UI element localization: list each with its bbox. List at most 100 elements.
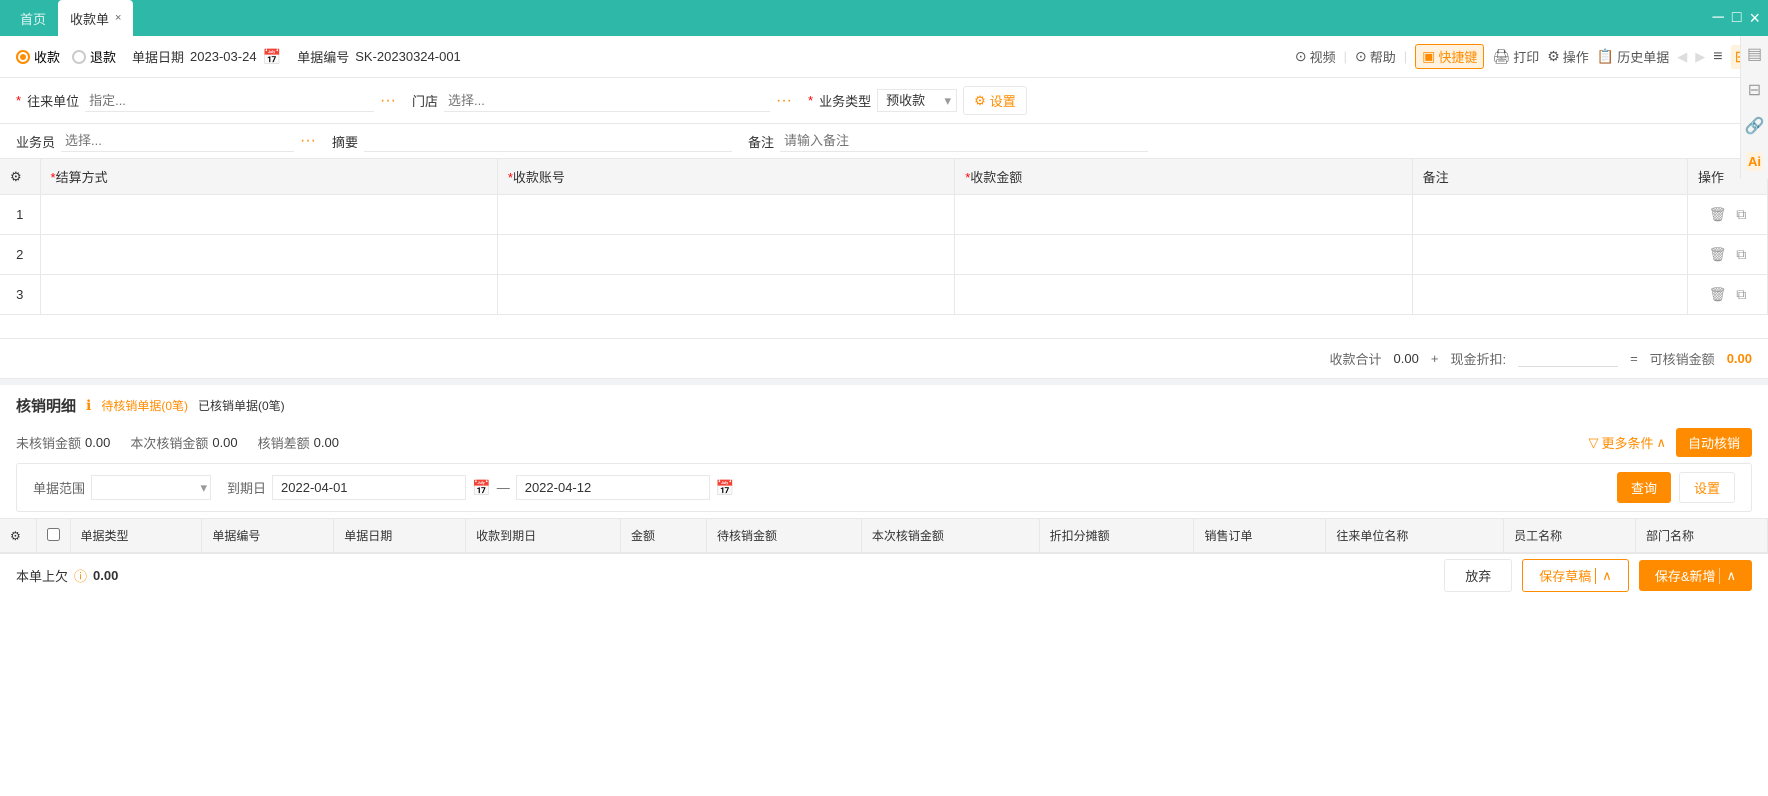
sep3: ◀ [1677, 49, 1687, 65]
col-account: *收款账号 [497, 159, 954, 195]
radio-receipt-label: 收款 [34, 47, 60, 66]
customer-required: * [16, 93, 21, 108]
copy-icon-2[interactable]: ⧉ [1736, 246, 1746, 262]
operation-btn[interactable]: ⚙ 操作 [1547, 47, 1589, 66]
tab-home-label: 首页 [20, 9, 46, 28]
staff-group: 业务员 ··· [16, 130, 316, 152]
operation-label: 操作 [1563, 47, 1589, 66]
bottom-col-check[interactable] [36, 519, 70, 553]
right-panel-icon-3[interactable]: 🔗 [1745, 116, 1765, 136]
help-label: 帮助 [1370, 47, 1396, 66]
biz-type-select[interactable]: 预收款 [877, 89, 957, 112]
shortcut-btn[interactable]: ▣ 快捷键 [1415, 44, 1484, 69]
date-to-calendar[interactable]: 📅 [716, 479, 735, 497]
order-info-icon[interactable]: ⓘ [74, 566, 87, 585]
amount-3[interactable] [955, 275, 1412, 315]
sep4: ▶ [1695, 49, 1705, 65]
account-1[interactable] [497, 195, 954, 235]
settlement-2[interactable] [40, 235, 497, 275]
delete-icon-3[interactable]: 🗑 [1709, 286, 1727, 302]
account-3[interactable] [497, 275, 954, 315]
auto-verify-btn[interactable]: 自动核销 [1676, 428, 1752, 457]
done-tab[interactable]: 已核销单据(0笔) [198, 397, 285, 414]
amount-2[interactable] [955, 235, 1412, 275]
discount-input[interactable] [1518, 351, 1618, 367]
staff-more-btn[interactable]: ··· [300, 132, 316, 150]
setting-button[interactable]: ⚙ 设置 [963, 86, 1027, 115]
calendar-icon[interactable]: 📅 [263, 48, 282, 66]
save-new-btn[interactable]: 保存&新增 ∧ [1639, 560, 1752, 591]
account-2[interactable] [497, 235, 954, 275]
bottom-col-discount: 折扣分摊额 [1039, 519, 1194, 553]
filter-setting-btn[interactable]: 设置 [1679, 472, 1735, 503]
bottom-col-staff: 员工名称 [1504, 519, 1636, 553]
check-all[interactable] [47, 528, 60, 541]
ops-1: 🗑 ⧉ [1688, 195, 1768, 235]
remark-2[interactable] [1412, 235, 1687, 275]
window-min-btn[interactable]: ─ [1712, 9, 1723, 27]
tab-receipt-label: 收款单 [70, 9, 109, 28]
right-panel-ai-icon[interactable]: Ai [1746, 152, 1763, 171]
unchecked-label: 未核销金额 [16, 433, 81, 452]
copy-icon-3[interactable]: ⧉ [1736, 286, 1746, 302]
draft-btn[interactable]: 保存草稿 ∧ [1522, 559, 1629, 592]
video-btn[interactable]: ⊙ 视频 [1295, 47, 1336, 66]
biz-type-label: 业务类型 [819, 91, 871, 110]
more-conditions-btn[interactable]: ▽ 更多条件 ∧ [1588, 433, 1666, 452]
staff-input[interactable] [61, 130, 294, 152]
setting-label: 设置 [990, 91, 1016, 110]
window-max-btn[interactable]: □ [1732, 9, 1742, 27]
right-panel-icon-1[interactable]: ▤ [1747, 44, 1762, 64]
draft-arrow[interactable]: ∧ [1595, 568, 1612, 584]
radio-refund-label: 退款 [90, 47, 116, 66]
history-btn[interactable]: 📋 历史单据 [1597, 47, 1669, 66]
tab-receipt[interactable]: 收款单 × [58, 0, 133, 36]
summary-input[interactable] [364, 130, 732, 152]
query-btn[interactable]: 查询 [1617, 472, 1671, 503]
info-icon[interactable]: ℹ [86, 397, 91, 414]
note-input[interactable] [780, 130, 1148, 152]
filter-row: 单据范围 ▾ 到期日 📅 — 📅 查询 设置 [16, 463, 1752, 512]
remark-3[interactable] [1412, 275, 1687, 315]
shortcut-icon: ▣ [1422, 48, 1435, 65]
radio-refund[interactable]: 退款 [72, 47, 116, 66]
date-from-calendar[interactable]: 📅 [472, 479, 491, 497]
draft-label: 保存草稿 [1539, 566, 1591, 585]
amount-1[interactable] [955, 195, 1412, 235]
tab-receipt-close[interactable]: × [115, 12, 121, 24]
col-remark: 备注 [1412, 159, 1687, 195]
window-controls: ─ □ × [1712, 8, 1760, 29]
biz-type-select-wrap: 预收款 ▾ [877, 89, 957, 112]
settlement-1[interactable] [40, 195, 497, 235]
radio-receipt[interactable]: 收款 [16, 47, 60, 66]
print-btn[interactable]: 🖨 打印 [1492, 47, 1539, 66]
range-select[interactable] [91, 475, 211, 500]
available-label: 可核销金额 [1650, 349, 1715, 368]
col-gear[interactable]: ⚙ [0, 159, 40, 195]
remark-1[interactable] [1412, 195, 1687, 235]
customer-more-btn[interactable]: ··· [380, 92, 396, 110]
date-to-input[interactable] [516, 475, 710, 500]
window-close-btn[interactable]: × [1749, 8, 1760, 29]
note-group: 备注 [748, 130, 1148, 152]
store-group: 门店 ··· [412, 90, 792, 112]
total-label: 收款合计 [1330, 349, 1382, 368]
right-panel-icon-2[interactable]: ⊟ [1748, 80, 1761, 100]
store-input[interactable] [444, 90, 770, 112]
pending-tab[interactable]: 待核销单据(0笔) [101, 397, 188, 414]
list-view-icon[interactable]: ≡ [1713, 48, 1722, 66]
date-from-input[interactable] [272, 475, 466, 500]
tab-home[interactable]: 首页 [8, 0, 58, 36]
bottom-col-gear[interactable]: ⚙ [0, 519, 36, 553]
delete-icon-2[interactable]: 🗑 [1709, 246, 1727, 262]
settlement-3[interactable] [40, 275, 497, 315]
save-new-arrow[interactable]: ∧ [1719, 568, 1736, 584]
bottom-col-current: 本次核销金额 [861, 519, 1039, 553]
customer-input[interactable] [85, 90, 374, 112]
summary-label: 摘要 [332, 132, 358, 151]
abandon-btn[interactable]: 放弃 [1444, 559, 1512, 592]
help-btn[interactable]: ⊙ 帮助 [1355, 47, 1396, 66]
delete-icon-1[interactable]: 🗑 [1709, 206, 1727, 222]
store-more-btn[interactable]: ··· [776, 92, 792, 110]
copy-icon-1[interactable]: ⧉ [1736, 206, 1746, 222]
